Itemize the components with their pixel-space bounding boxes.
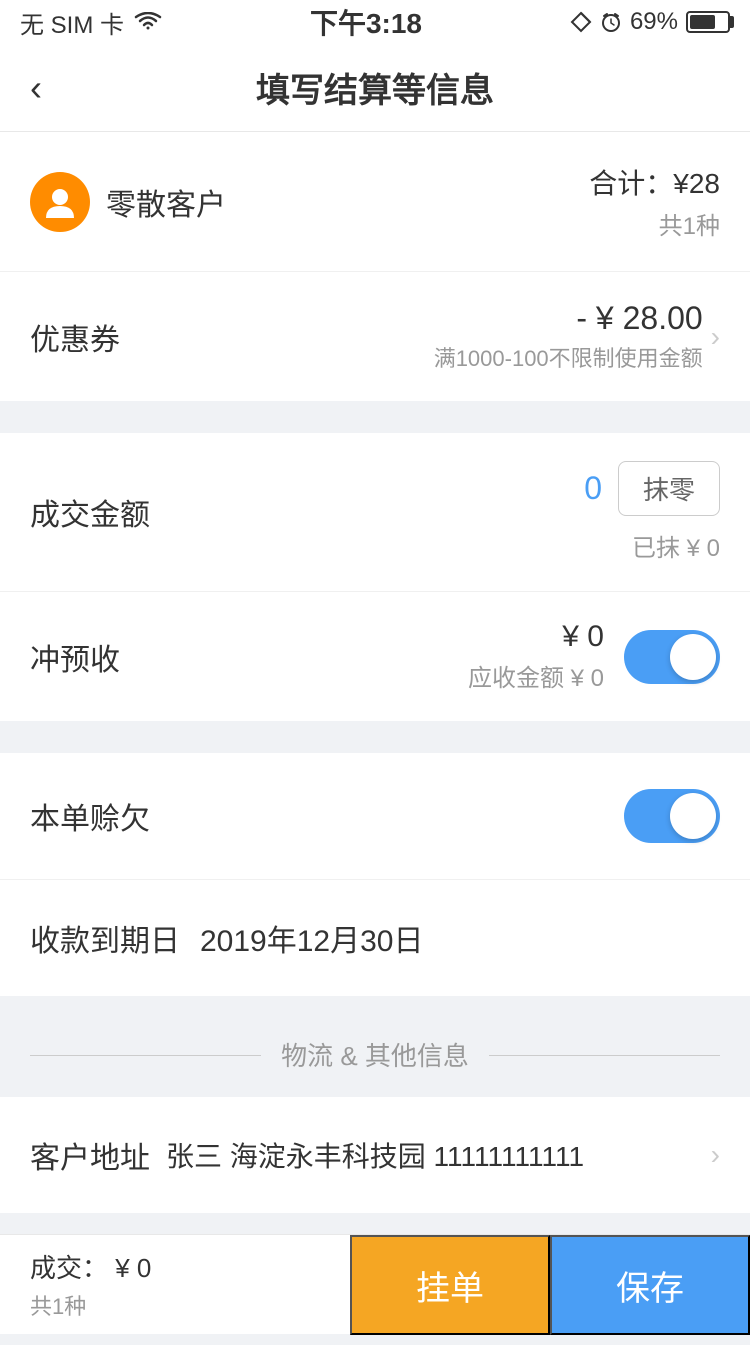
prepay-amount: ¥ 0 <box>468 620 604 654</box>
battery-percent: 69% <box>630 8 678 36</box>
bottom-deal-value: ¥ 0 <box>115 1253 151 1283</box>
alarm-icon <box>600 11 622 33</box>
no-sim-text: 无 SIM 卡 <box>20 5 124 40</box>
address-chevron: › <box>711 1139 720 1171</box>
transaction-value[interactable]: 0 <box>584 470 602 507</box>
prepay-right: ¥ 0 应收金额 ¥ 0 <box>468 620 604 693</box>
customer-section: 零散客户 合计：¥28 共1种 优惠券 - ¥ 28.00 满1000-100不… <box>0 132 750 401</box>
bottom-info: 成交： ¥ 0 共1种 <box>0 1235 350 1334</box>
round-zero-button[interactable]: 抹零 <box>618 461 720 516</box>
logistics-header: 物流 & 其他信息 <box>0 1012 750 1097</box>
divider-1 <box>0 417 750 433</box>
bottom-deal-label: 成交： <box>30 1253 108 1283</box>
save-button[interactable]: 保存 <box>550 1235 750 1335</box>
coupon-row[interactable]: 优惠券 - ¥ 28.00 满1000-100不限制使用金额 › <box>0 271 750 401</box>
due-date-value[interactable]: 2019年12月30日 <box>200 916 423 960</box>
prepay-sub: 应收金额 ¥ 0 <box>468 658 604 693</box>
status-time: 下午3:18 <box>310 2 422 42</box>
address-value: 张三 海淀永丰科技园 11111111111 <box>150 1135 711 1175</box>
address-row[interactable]: 客户地址 张三 海淀永丰科技园 11111111111 › <box>0 1097 750 1213</box>
customer-count: 共1种 <box>589 206 720 241</box>
nav-bar: ‹ 填写结算等信息 <box>0 44 750 132</box>
customer-name: 零散客户 <box>106 180 226 224</box>
debt-toggle-knob <box>670 793 716 839</box>
customer-right: 合计：¥28 共1种 <box>589 162 720 241</box>
customer-avatar <box>30 172 90 232</box>
coupon-chevron: › <box>711 321 720 353</box>
address-section: 客户地址 张三 海淀永丰科技园 11111111111 › <box>0 1097 750 1213</box>
debt-row: 本单赊欠 <box>0 753 750 880</box>
due-date-label: 收款到期日 <box>30 916 180 960</box>
transaction-label: 成交金额 <box>30 490 150 534</box>
bottom-bar: 成交： ¥ 0 共1种 挂单 保存 <box>0 1234 750 1334</box>
back-button[interactable]: ‹ <box>30 67 42 109</box>
coupon-desc: 满1000-100不限制使用金额 <box>434 341 703 373</box>
person-icon <box>42 184 78 220</box>
address-label: 客户地址 <box>30 1133 150 1177</box>
debt-toggle[interactable] <box>624 789 720 843</box>
prepay-row: 冲预收 ¥ 0 应收金额 ¥ 0 <box>0 592 750 721</box>
customer-row: 零散客户 合计：¥28 共1种 <box>0 132 750 271</box>
bottom-count: 共1种 <box>30 1289 320 1321</box>
bottom-deal-amount: 成交： ¥ 0 <box>30 1248 320 1285</box>
coupon-discount: - ¥ 28.00 <box>434 300 703 337</box>
prepay-toggle[interactable] <box>624 630 720 684</box>
due-date-row: 收款到期日 2019年12月30日 <box>0 880 750 996</box>
divider-2 <box>0 737 750 753</box>
prepay-toggle-knob <box>670 634 716 680</box>
status-right: 69% <box>570 8 730 36</box>
debt-section: 本单赊欠 收款到期日 2019年12月30日 <box>0 753 750 996</box>
hold-button[interactable]: 挂单 <box>350 1235 550 1335</box>
coupon-right: - ¥ 28.00 满1000-100不限制使用金额 <box>434 300 703 373</box>
page-title: 填写结算等信息 <box>256 63 494 112</box>
coupon-label: 优惠券 <box>30 315 120 359</box>
transaction-section: 成交金额 0 抹零 已抹 ¥ 0 冲预收 ¥ 0 应收金额 ¥ 0 <box>0 433 750 721</box>
customer-total: 合计：¥28 <box>589 162 720 202</box>
status-bar: 无 SIM 卡 下午3:18 69% <box>0 0 750 44</box>
logistics-title: 物流 & 其他信息 <box>261 1036 489 1073</box>
customer-left: 零散客户 <box>30 172 226 232</box>
battery-icon <box>686 11 730 33</box>
location-icon <box>570 11 592 33</box>
wifi-icon <box>134 12 162 32</box>
transaction-row: 成交金额 0 抹零 已抹 ¥ 0 <box>0 433 750 592</box>
transaction-sub: 已抹 ¥ 0 <box>632 528 720 563</box>
debt-label: 本单赊欠 <box>30 794 150 838</box>
status-left: 无 SIM 卡 <box>20 5 162 40</box>
prepay-label: 冲预收 <box>30 635 120 679</box>
